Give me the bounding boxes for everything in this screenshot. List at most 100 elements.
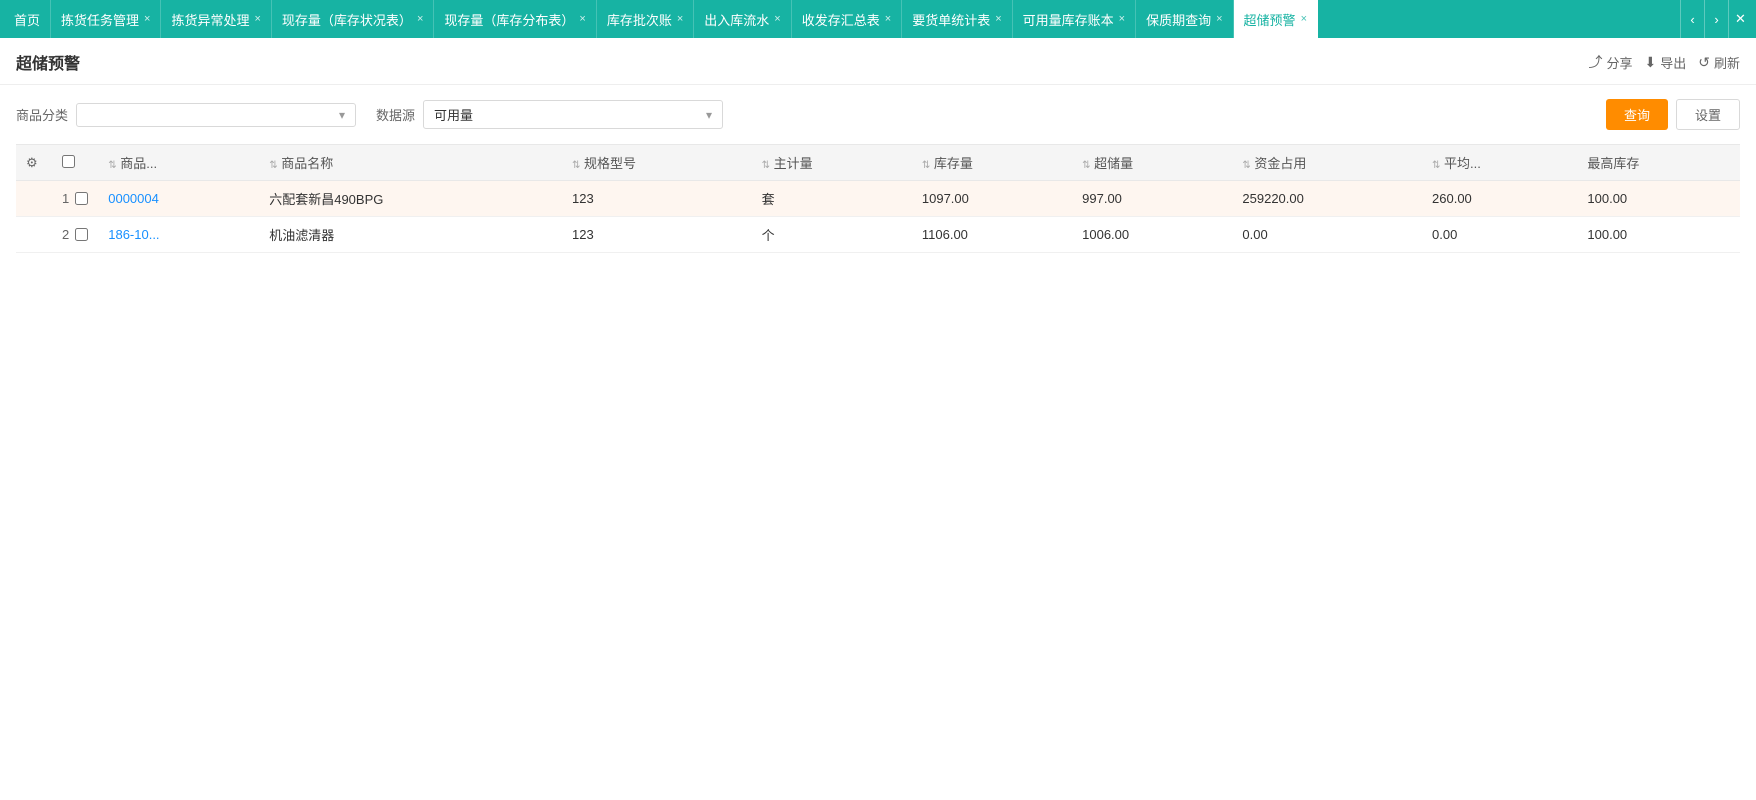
datasource-filter: 数据源 可用量 ▾	[376, 100, 723, 129]
nav-item-available-account[interactable]: 可用量库存账本×	[1013, 0, 1136, 38]
share-label: 分享	[1606, 53, 1632, 72]
sort-icon: ⇅	[1432, 160, 1440, 171]
export-action[interactable]: ⬇ 导出	[1645, 53, 1687, 72]
row-checkbox[interactable]	[75, 192, 88, 205]
sort-icon: ⇅	[572, 160, 580, 171]
nav-item-collect-summary[interactable]: 收发存汇总表×	[792, 0, 902, 38]
sort-icon: ⇅	[1082, 160, 1090, 171]
share-icon: ⤴	[1588, 52, 1602, 72]
category-select[interactable]: ▾	[76, 103, 356, 127]
nav-item-home[interactable]: 首页	[4, 0, 51, 38]
nav-close-task-mgmt[interactable]: ×	[144, 13, 150, 25]
col-max-stock-header: 最高库存	[1577, 145, 1740, 181]
sort-icon: ⇅	[108, 160, 116, 171]
category-filter: 商品分类 ▾	[16, 103, 356, 127]
cell-avg: 260.00	[1422, 181, 1577, 217]
row-number: 1	[62, 191, 69, 206]
row-number: 2	[62, 227, 69, 242]
table-row: 1 0000004 六配套新昌490BPG 123 套 1097.00 997.…	[16, 181, 1740, 217]
nav-item-overstock-warning[interactable]: 超储预警×	[1234, 0, 1318, 38]
nav-item-batch-account[interactable]: 库存批次账×	[597, 0, 694, 38]
nav-item-inventory-dist[interactable]: 现存量（库存分布表）×	[434, 0, 596, 38]
nav-close-inventory-status[interactable]: ×	[417, 13, 423, 25]
col-capital-header[interactable]: ⇅ 资金占用	[1232, 145, 1422, 181]
nav-close-inout-flow[interactable]: ×	[774, 13, 780, 25]
settings-button[interactable]: 设置	[1676, 99, 1740, 130]
col-overstock-header[interactable]: ⇅ 超储量	[1072, 145, 1232, 181]
sort-icon: ⇅	[1242, 160, 1250, 171]
nav-item-task-mgmt[interactable]: 拣货任务管理×	[51, 0, 161, 38]
cell-capital: 259220.00	[1232, 181, 1422, 217]
row-gear-cell	[16, 217, 52, 253]
cell-capital: 0.00	[1232, 217, 1422, 253]
nav-close-abnormal[interactable]: ×	[254, 13, 260, 25]
row-checkbox[interactable]	[75, 228, 88, 241]
nav-close-available-account[interactable]: ×	[1119, 13, 1125, 25]
col-stock-header[interactable]: ⇅ 库存量	[912, 145, 1072, 181]
col-product-name-header[interactable]: ⇅ 商品名称	[259, 145, 562, 181]
cell-avg: 0.00	[1422, 217, 1577, 253]
nav-close-arrow[interactable]: ✕	[1728, 0, 1752, 38]
nav-next-arrow[interactable]: ›	[1704, 0, 1728, 38]
page-container: 超储预警 ⤴ 分享 ⬇ 导出 ↺ 刷新 商品分类 ▾ 数据源	[0, 38, 1756, 800]
table-row: 2 186-10... 机油滤清器 123 个 1106.00 1006.00 …	[16, 217, 1740, 253]
cell-product-code: 186-10...	[98, 217, 259, 253]
filter-right-actions: 查询 设置	[1606, 99, 1740, 130]
query-button[interactable]: 查询	[1606, 99, 1668, 130]
col-checkbox-header	[52, 145, 98, 181]
datasource-value: 可用量	[434, 105, 473, 124]
export-icon: ⬇	[1645, 54, 1657, 71]
nav-close-batch-account[interactable]: ×	[677, 13, 683, 25]
col-settings-header: ⚙	[16, 145, 52, 181]
sort-icon: ⇅	[922, 160, 930, 171]
refresh-label: 刷新	[1714, 53, 1740, 72]
cell-product-name: 机油滤清器	[259, 217, 562, 253]
page-title: 超储预警	[16, 50, 80, 74]
refresh-action[interactable]: ↺ 刷新	[1698, 53, 1740, 72]
share-action[interactable]: ⤴ 分享	[1588, 52, 1632, 72]
nav-close-overstock-warning[interactable]: ×	[1301, 13, 1307, 25]
top-nav: 首页拣货任务管理×拣货异常处理×现存量（库存状况表）×现存量（库存分布表）×库存…	[0, 0, 1756, 38]
cell-overstock: 997.00	[1072, 181, 1232, 217]
cell-spec: 123	[562, 217, 752, 253]
nav-item-order-stats[interactable]: 要货单统计表×	[902, 0, 1012, 38]
cell-stock: 1106.00	[912, 217, 1072, 253]
gear-icon[interactable]: ⚙	[26, 155, 38, 170]
col-avg-header[interactable]: ⇅ 平均...	[1422, 145, 1577, 181]
nav-close-collect-summary[interactable]: ×	[885, 13, 891, 25]
nav-item-inout-flow[interactable]: 出入库流水×	[694, 0, 791, 38]
col-spec-header[interactable]: ⇅ 规格型号	[562, 145, 752, 181]
export-label: 导出	[1660, 53, 1686, 72]
header-actions: ⤴ 分享 ⬇ 导出 ↺ 刷新	[1588, 52, 1740, 72]
col-product-code-header[interactable]: ⇅ 商品...	[98, 145, 259, 181]
nav-close-order-stats[interactable]: ×	[995, 13, 1001, 25]
nav-prev-arrow[interactable]: ‹	[1680, 0, 1704, 38]
cell-product-name: 六配套新昌490BPG	[259, 181, 562, 217]
filter-area: 商品分类 ▾ 数据源 可用量 ▾ 查询 设置	[0, 85, 1756, 144]
row-gear-cell	[16, 181, 52, 217]
sort-icon: ⇅	[762, 160, 770, 171]
select-all-checkbox[interactable]	[62, 155, 75, 168]
nav-close-shelf-life[interactable]: ×	[1216, 13, 1222, 25]
row-index-cell: 2	[52, 217, 98, 253]
cell-unit: 套	[752, 181, 912, 217]
cell-max-stock: 100.00	[1577, 181, 1740, 217]
nav-item-inventory-status[interactable]: 现存量（库存状况表）×	[272, 0, 434, 38]
cell-spec: 123	[562, 181, 752, 217]
nav-item-shelf-life[interactable]: 保质期查询×	[1136, 0, 1233, 38]
table-header-row: ⚙ ⇅ 商品... ⇅ 商品名称 ⇅ 规格型号	[16, 145, 1740, 181]
cell-max-stock: 100.00	[1577, 217, 1740, 253]
category-label: 商品分类	[16, 105, 68, 124]
table-container: ⚙ ⇅ 商品... ⇅ 商品名称 ⇅ 规格型号	[0, 144, 1756, 253]
cell-unit: 个	[752, 217, 912, 253]
sort-icon: ⇅	[269, 160, 277, 171]
datasource-chevron-icon: ▾	[706, 108, 712, 122]
col-unit-header[interactable]: ⇅ 主计量	[752, 145, 912, 181]
row-index-cell: 1	[52, 181, 98, 217]
nav-close-inventory-dist[interactable]: ×	[579, 13, 585, 25]
category-chevron-icon: ▾	[339, 108, 345, 122]
page-header: 超储预警 ⤴ 分享 ⬇ 导出 ↺ 刷新	[0, 38, 1756, 85]
datasource-select[interactable]: 可用量 ▾	[423, 100, 723, 129]
refresh-icon: ↺	[1698, 54, 1710, 71]
nav-item-abnormal[interactable]: 拣货异常处理×	[161, 0, 271, 38]
